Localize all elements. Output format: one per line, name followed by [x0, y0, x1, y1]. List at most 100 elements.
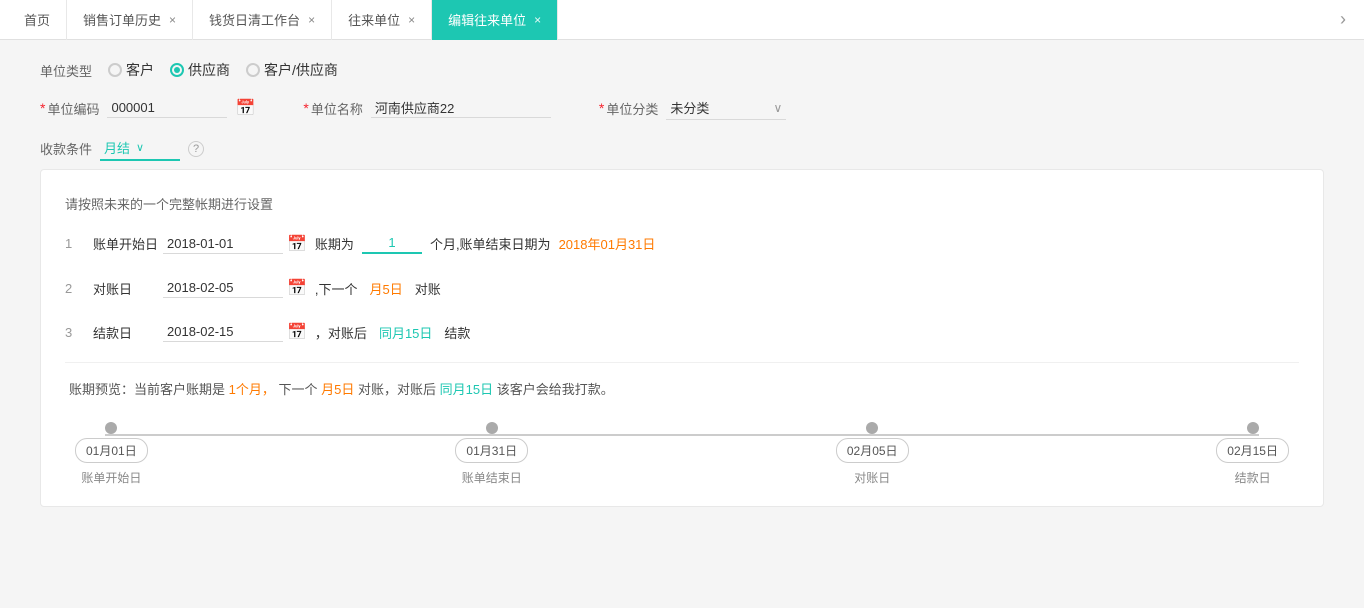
tab-edit-partner-label: 编辑往来单位: [448, 10, 526, 29]
step-1-period-end-date: 2018年01月31日: [559, 234, 656, 253]
radio-supplier-circle: [170, 63, 184, 77]
step-3-date-input[interactable]: [163, 322, 283, 342]
panel-hint: 请按照未来的一个完整帐期进行设置: [65, 194, 1299, 213]
preview-period: 1个月，: [229, 382, 275, 397]
timeline-label-4: 结款日: [1235, 469, 1271, 486]
preview-pay-suffix: 该客户会给我打款。: [497, 382, 614, 397]
unit-code-label: 单位编码: [47, 99, 99, 118]
step-2-num: 2: [65, 281, 93, 296]
unit-name-star: *: [303, 100, 308, 116]
step-2-row: 2 对账日 📅 ,下一个 月5日 对账: [65, 278, 1299, 298]
tab-cash-work[interactable]: 钱货日清工作台 ×: [193, 0, 332, 40]
timeline-dot-4: [1247, 422, 1259, 434]
unit-type-row: 单位类型 客户 供应商 客户/供应商: [40, 60, 1324, 80]
unit-category-chevron: ∨: [774, 101, 783, 115]
step-2-desc-suffix: 对账: [415, 279, 441, 298]
unit-code-input[interactable]: [107, 98, 227, 118]
timeline-item-2: 01月31日 账单结束日: [455, 422, 528, 486]
radio-customer-label: 客户: [126, 60, 154, 80]
radio-both-circle: [246, 63, 260, 77]
step-1-row: 1 账单开始日 📅 账期为 个月,账单结束日期为 2018年01月31日: [65, 233, 1299, 254]
step-1-calendar-icon[interactable]: 📅: [287, 234, 307, 254]
tab-partner-close[interactable]: ×: [408, 13, 415, 27]
step-3-desc-prefix: ，对账后: [315, 323, 367, 342]
payment-condition-label: 收款条件: [40, 139, 92, 158]
step-1-num: 1: [65, 236, 93, 251]
tab-edit-partner-close[interactable]: ×: [534, 13, 541, 27]
tab-home[interactable]: 首页: [8, 0, 67, 40]
tabs-bar: 首页 销售订单历史 × 钱货日清工作台 × 往来单位 × 编辑往来单位 × ›: [0, 0, 1364, 40]
settings-panel: 请按照未来的一个完整帐期进行设置 1 账单开始日 📅 账期为 个月,账单结束日期…: [40, 169, 1324, 507]
timeline-items: 01月01日 账单开始日 01月31日 账单结束日 02月05日 对账日: [75, 422, 1289, 486]
unit-name-input[interactable]: [371, 98, 551, 118]
timeline-item-1: 01月01日 账单开始日: [75, 422, 148, 486]
step-1-period-input[interactable]: [362, 233, 422, 254]
tab-edit-partner[interactable]: 编辑往来单位 ×: [432, 0, 558, 40]
unit-type-label: 单位类型: [40, 61, 92, 80]
tab-partner[interactable]: 往来单位 ×: [332, 0, 432, 40]
tabs-expand-button[interactable]: ›: [1330, 9, 1356, 30]
step-2-label: 对账日: [93, 279, 163, 298]
step-1-period-unit: 个月,账单结束日期为: [430, 234, 551, 253]
radio-both[interactable]: 客户/供应商: [246, 60, 338, 80]
preview-reconcile-prefix: 下一个: [279, 382, 318, 397]
timeline-dot-3: [866, 422, 878, 434]
step-3-calendar-icon[interactable]: 📅: [287, 322, 307, 342]
timeline-label-3: 对账日: [854, 469, 890, 486]
tab-cash-work-label: 钱货日清工作台: [209, 10, 300, 29]
step-3-desc-suffix: 结款: [444, 323, 470, 342]
preview-pay-highlight: 同月15日: [440, 382, 493, 397]
step-2-desc-prefix: ,下一个: [315, 279, 358, 298]
step-1-label: 账单开始日: [93, 234, 163, 253]
unit-name-field: * 单位名称: [303, 98, 550, 118]
payment-condition-chevron: ∨: [136, 141, 144, 154]
main-content: 单位类型 客户 供应商 客户/供应商 * 单位编码 📅 * 单位名称: [0, 40, 1364, 608]
radio-supplier-label: 供应商: [188, 60, 230, 80]
step-3-label: 结款日: [93, 323, 163, 342]
unit-category-star: *: [599, 100, 604, 116]
step-1-date-input[interactable]: [163, 234, 283, 254]
timeline-dot-1: [105, 422, 117, 434]
timeline-badge-4: 02月15日: [1216, 438, 1289, 463]
unit-category-label: 单位分类: [606, 99, 658, 118]
timeline-badge-2: 01月31日: [455, 438, 528, 463]
preview-text-row: 账期预览：当前客户账期是 1个月， 下一个 月5日 对账，对账后 同月15日 该…: [65, 379, 1299, 398]
preview-reconcile-highlight: 月5日: [321, 382, 354, 397]
tab-sales-history-label: 销售订单历史: [83, 10, 161, 29]
unit-category-value: 未分类: [670, 98, 767, 117]
unit-category-field: * 单位分类 未分类 ∨: [599, 96, 786, 120]
radio-customer-circle: [108, 63, 122, 77]
step-2-calendar-icon[interactable]: 📅: [287, 278, 307, 298]
unit-code-field: * 单位编码 📅: [40, 98, 255, 118]
payment-condition-row: 收款条件 月结 ∨ ?: [40, 136, 1324, 161]
step-2-date-input[interactable]: [163, 278, 283, 298]
timeline-badge-3: 02月05日: [836, 438, 909, 463]
tab-cash-work-close[interactable]: ×: [308, 13, 315, 27]
timeline-label-1: 账单开始日: [81, 469, 141, 486]
timeline-item-3: 02月05日 对账日: [836, 422, 909, 486]
preview-reconcile-suffix: 对账，对账后: [358, 382, 436, 397]
preview-label: 账期预览：当前客户账期是: [69, 382, 225, 397]
unit-code-star: *: [40, 100, 45, 116]
code-name-category-row: * 单位编码 📅 * 单位名称 * 单位分类 未分类 ∨: [40, 96, 1324, 120]
payment-condition-value: 月结: [104, 138, 130, 157]
unit-category-select[interactable]: 未分类 ∨: [666, 96, 786, 120]
step-1-suffix-label: 账期为: [315, 234, 354, 253]
step-3-num: 3: [65, 325, 93, 340]
step-3-desc-highlight: 同月15日: [379, 323, 432, 342]
tab-sales-history-close[interactable]: ×: [169, 13, 176, 27]
timeline: 01月01日 账单开始日 01月31日 账单结束日 02月05日 对账日: [65, 422, 1299, 486]
radio-supplier[interactable]: 供应商: [170, 60, 230, 80]
timeline-item-4: 02月15日 结款日: [1216, 422, 1289, 486]
payment-condition-select[interactable]: 月结 ∨: [100, 136, 180, 161]
tab-home-label: 首页: [24, 10, 50, 29]
timeline-dot-2: [486, 422, 498, 434]
timeline-label-2: 账单结束日: [462, 469, 522, 486]
step-2-desc-highlight: 月5日: [370, 279, 403, 298]
radio-both-label: 客户/供应商: [264, 60, 338, 80]
tab-sales-history[interactable]: 销售订单历史 ×: [67, 0, 193, 40]
unit-name-label: 单位名称: [311, 99, 363, 118]
payment-condition-help[interactable]: ?: [188, 141, 204, 157]
radio-customer[interactable]: 客户: [108, 60, 154, 80]
unit-code-calendar-icon[interactable]: 📅: [235, 98, 255, 118]
